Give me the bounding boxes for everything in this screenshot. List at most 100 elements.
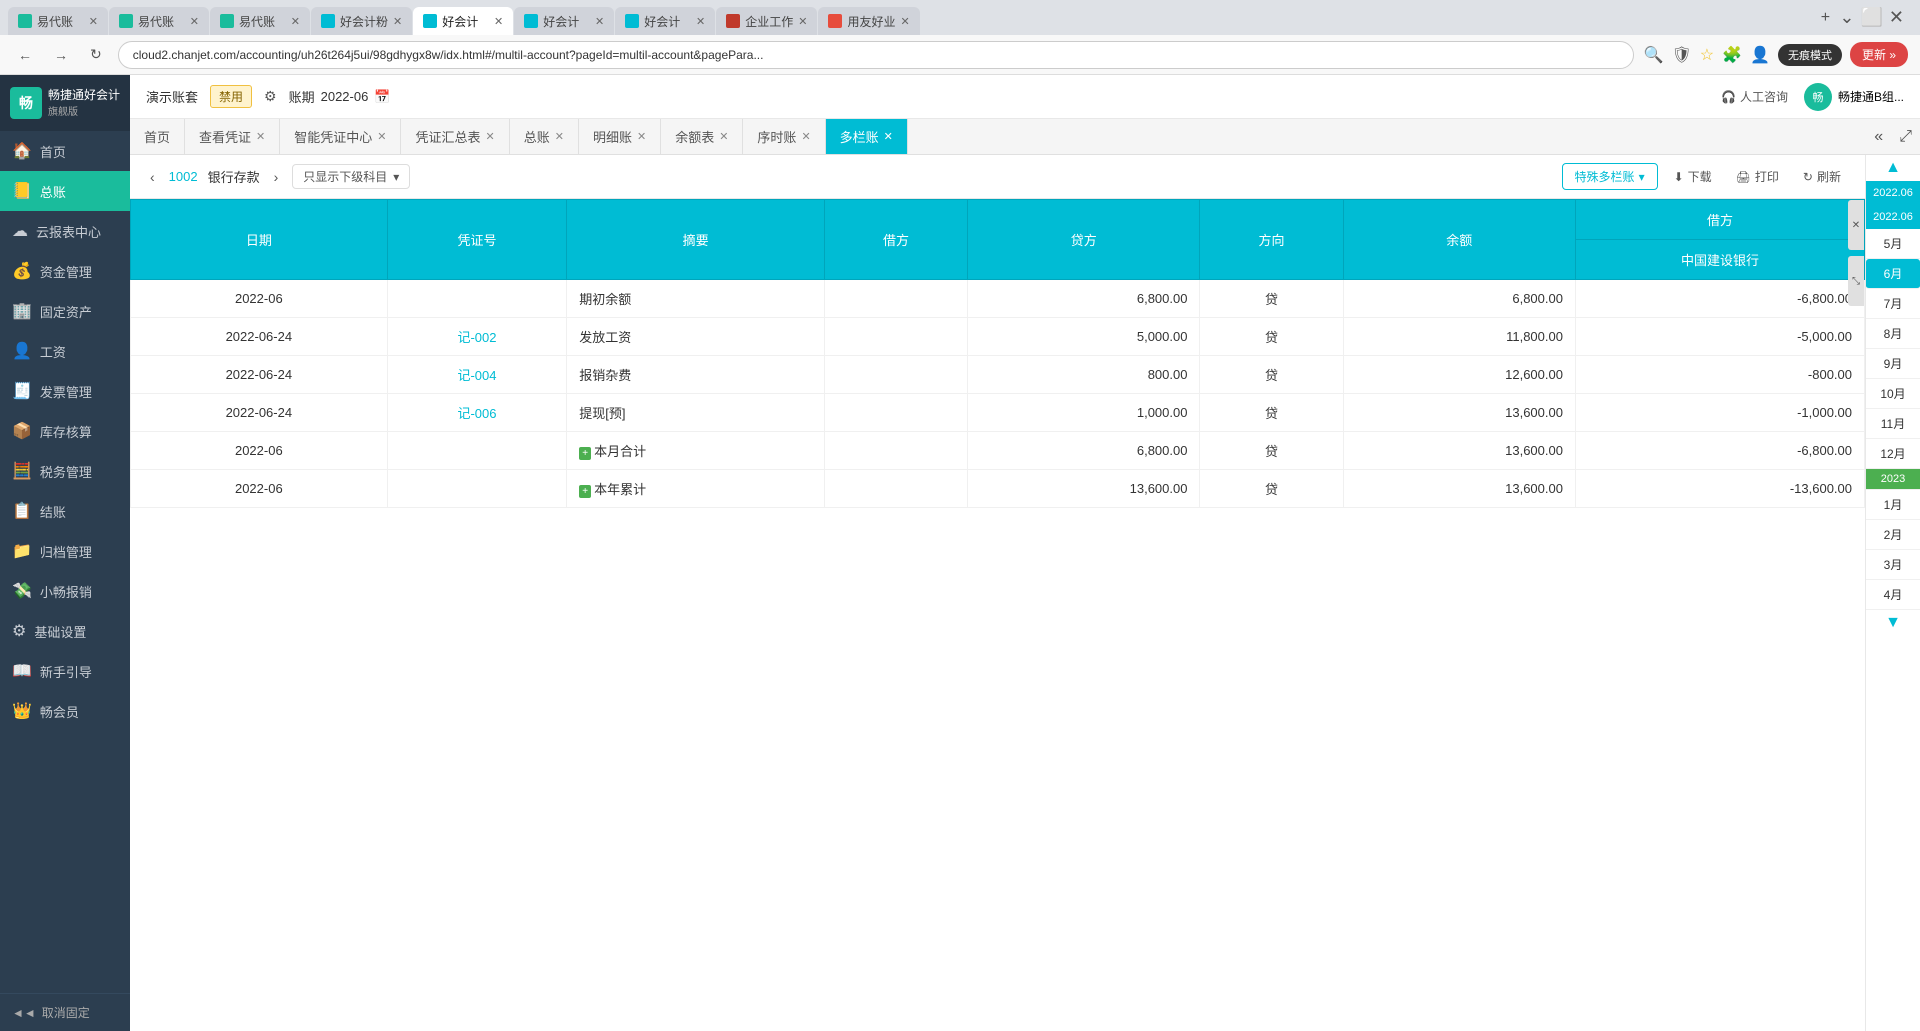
download-btn[interactable]: ⬇ 下载 — [1666, 164, 1720, 189]
profile-icon[interactable]: 👤 — [1750, 45, 1770, 65]
sidebar-item-6[interactable]: 🧾发票管理 — [0, 371, 130, 411]
browser-tab-7[interactable]: 好会计✕ — [615, 7, 715, 35]
prev-account-btn[interactable]: ‹ — [146, 167, 159, 187]
browser-tab-8[interactable]: 企业工作✕ — [716, 7, 817, 35]
sidebar-item-3[interactable]: 💰资金管理 — [0, 251, 130, 291]
toolbar-right: 特殊多栏账 ▾ ⬇ 下载 🖨 打印 ↻ 刷新 — [1562, 163, 1849, 190]
tab-close-btn[interactable]: ✕ — [900, 15, 909, 28]
date-month-item[interactable]: 7月 — [1866, 289, 1920, 319]
refresh-btn[interactable]: ↻ 刷新 — [1795, 164, 1849, 189]
content-tab-6[interactable]: 余额表 ✕ — [661, 119, 743, 155]
tab-close-btn[interactable]: ✕ — [190, 15, 199, 28]
voucher-link[interactable]: 记-004 — [457, 368, 496, 383]
browser-tab-2[interactable]: 易代账✕ — [109, 7, 209, 35]
voucher-link[interactable]: 记-002 — [457, 330, 496, 345]
calendar-icon[interactable]: 📅 — [374, 89, 390, 105]
voucher-link[interactable]: 记-006 — [457, 406, 496, 421]
content-tab-2[interactable]: 智能凭证中心 ✕ — [280, 119, 401, 155]
reload-btn[interactable]: ↻ — [84, 43, 108, 66]
sidebar-icon-6: 🧾 — [12, 381, 32, 401]
date-month-item[interactable]: 5月 — [1866, 229, 1920, 259]
content-tab-close-4[interactable]: ✕ — [555, 130, 564, 143]
date-month-item[interactable]: 9月 — [1866, 349, 1920, 379]
sidebar-item-0[interactable]: 🏠首页 — [0, 131, 130, 171]
date-month-item[interactable]: 2月 — [1866, 520, 1920, 550]
content-tab-3[interactable]: 凭证汇总表 ✕ — [401, 119, 509, 155]
content-tab-7[interactable]: 序时账 ✕ — [743, 119, 825, 155]
tab-close-btn[interactable]: ✕ — [89, 15, 98, 28]
date-panel-top1[interactable]: 2022.06 — [1866, 181, 1920, 205]
new-tab-button[interactable]: + — [1811, 4, 1839, 32]
tab-close-btn[interactable]: ✕ — [291, 15, 300, 28]
next-account-btn[interactable]: › — [270, 167, 283, 187]
content-tab-5[interactable]: 明细账 ✕ — [579, 119, 661, 155]
tabs-expand-btn[interactable]: ⤢ — [1891, 128, 1920, 146]
scroll-down-btn[interactable]: ▼ — [1866, 610, 1920, 636]
sidebar-item-7[interactable]: 📦库存核算 — [0, 411, 130, 451]
content-tab-close-1[interactable]: ✕ — [256, 130, 265, 143]
tab-close-btn[interactable]: ✕ — [595, 15, 604, 28]
sidebar-item-4[interactable]: 🏢固定资产 — [0, 291, 130, 331]
sidebar-item-1[interactable]: 📒总账 — [0, 171, 130, 211]
filter-dropdown[interactable]: 只显示下级科目 ▾ — [292, 164, 410, 189]
content-tab-close-6[interactable]: ✕ — [719, 130, 728, 143]
tabs-collapse-btn[interactable]: « — [1866, 128, 1891, 146]
forward-btn[interactable]: → — [48, 44, 74, 66]
tab-close-btn[interactable]: ✕ — [696, 15, 705, 28]
content-tab-1[interactable]: 查看凭证 ✕ — [185, 119, 280, 155]
date-month-item[interactable]: 8月 — [1866, 319, 1920, 349]
restore-btn[interactable]: ⬜ — [1860, 7, 1882, 28]
browser-tab-4[interactable]: 好会计粉✕ — [311, 7, 412, 35]
browser-tab-9[interactable]: 用友好业✕ — [818, 7, 919, 35]
date-month-item[interactable]: 6月 — [1866, 259, 1920, 289]
sidebar-label-13: 新手引导 — [40, 662, 92, 681]
date-month-item[interactable]: 10月 — [1866, 379, 1920, 409]
update-btn[interactable]: 更新 » — [1850, 42, 1908, 67]
browser-tab-3[interactable]: 易代账✕ — [210, 7, 310, 35]
date-month-item[interactable]: 12月 — [1866, 439, 1920, 469]
sidebar-item-8[interactable]: 🧮税务管理 — [0, 451, 130, 491]
tab-close-btn[interactable]: ✕ — [393, 15, 402, 28]
date-month-item[interactable]: 1月 — [1866, 490, 1920, 520]
sidebar-item-2[interactable]: ☁云报表中心 — [0, 211, 130, 251]
content-tab-close-5[interactable]: ✕ — [637, 130, 646, 143]
date-month-item[interactable]: 11月 — [1866, 409, 1920, 439]
sidebar-item-10[interactable]: 📁归档管理 — [0, 531, 130, 571]
tab-close-btn[interactable]: ✕ — [798, 15, 807, 28]
content-tab-0[interactable]: 首页 — [130, 119, 185, 155]
content-tab-4[interactable]: 总账 ✕ — [510, 119, 579, 155]
browser-tab-5[interactable]: 好会计✕ — [413, 7, 513, 35]
tab-close-btn[interactable]: ✕ — [494, 15, 503, 28]
scroll-up-btn[interactable]: ▲ — [1866, 155, 1920, 181]
settings-icon[interactable]: ⚙ — [264, 88, 277, 105]
minimize-btn[interactable]: ⌄ — [1839, 7, 1854, 28]
content-tab-close-7[interactable]: ✕ — [801, 130, 810, 143]
user-menu[interactable]: 畅 畅捷通B组... — [1804, 83, 1904, 111]
sidebar-item-13[interactable]: 📖新手引导 — [0, 651, 130, 691]
sidebar-item-5[interactable]: 👤工资 — [0, 331, 130, 371]
sidebar-item-9[interactable]: 📋结账 — [0, 491, 130, 531]
browser-tab-1[interactable]: 易代账✕ — [8, 7, 108, 35]
incognito-btn[interactable]: 无痕模式 — [1778, 44, 1842, 66]
close-btn[interactable]: ✕ — [1889, 7, 1904, 28]
sidebar-item-11[interactable]: 💸小畅报销 — [0, 571, 130, 611]
address-input[interactable] — [118, 41, 1634, 69]
special-multi-ledger-btn[interactable]: 特殊多栏账 ▾ — [1562, 163, 1658, 190]
sidebar-item-14[interactable]: 👑畅会员 — [0, 691, 130, 731]
content-tab-close-3[interactable]: ✕ — [486, 130, 495, 143]
unpin-button[interactable]: ◄◄ 取消固定 — [0, 993, 130, 1031]
content-tab-8[interactable]: 多栏账 ✕ — [826, 119, 908, 155]
consult-btn[interactable]: 🎧 人工咨询 — [1721, 88, 1788, 105]
demo-tag[interactable]: 禁用 — [210, 85, 252, 108]
date-month-item[interactable]: 4月 — [1866, 580, 1920, 610]
date-panel-top2[interactable]: 2022.06 — [1866, 205, 1920, 229]
content-tab-close-8[interactable]: ✕ — [884, 130, 893, 143]
print-btn[interactable]: 🖨 打印 — [1728, 164, 1787, 189]
sidebar-item-12[interactable]: ⚙基础设置 — [0, 611, 130, 651]
content-tab-close-2[interactable]: ✕ — [377, 130, 386, 143]
star-icon[interactable]: ☆ — [1700, 45, 1714, 65]
date-month-item[interactable]: 3月 — [1866, 550, 1920, 580]
search-icon[interactable]: 🔍 — [1644, 45, 1664, 65]
browser-tab-6[interactable]: 好会计✕ — [514, 7, 614, 35]
back-btn[interactable]: ← — [12, 44, 38, 66]
